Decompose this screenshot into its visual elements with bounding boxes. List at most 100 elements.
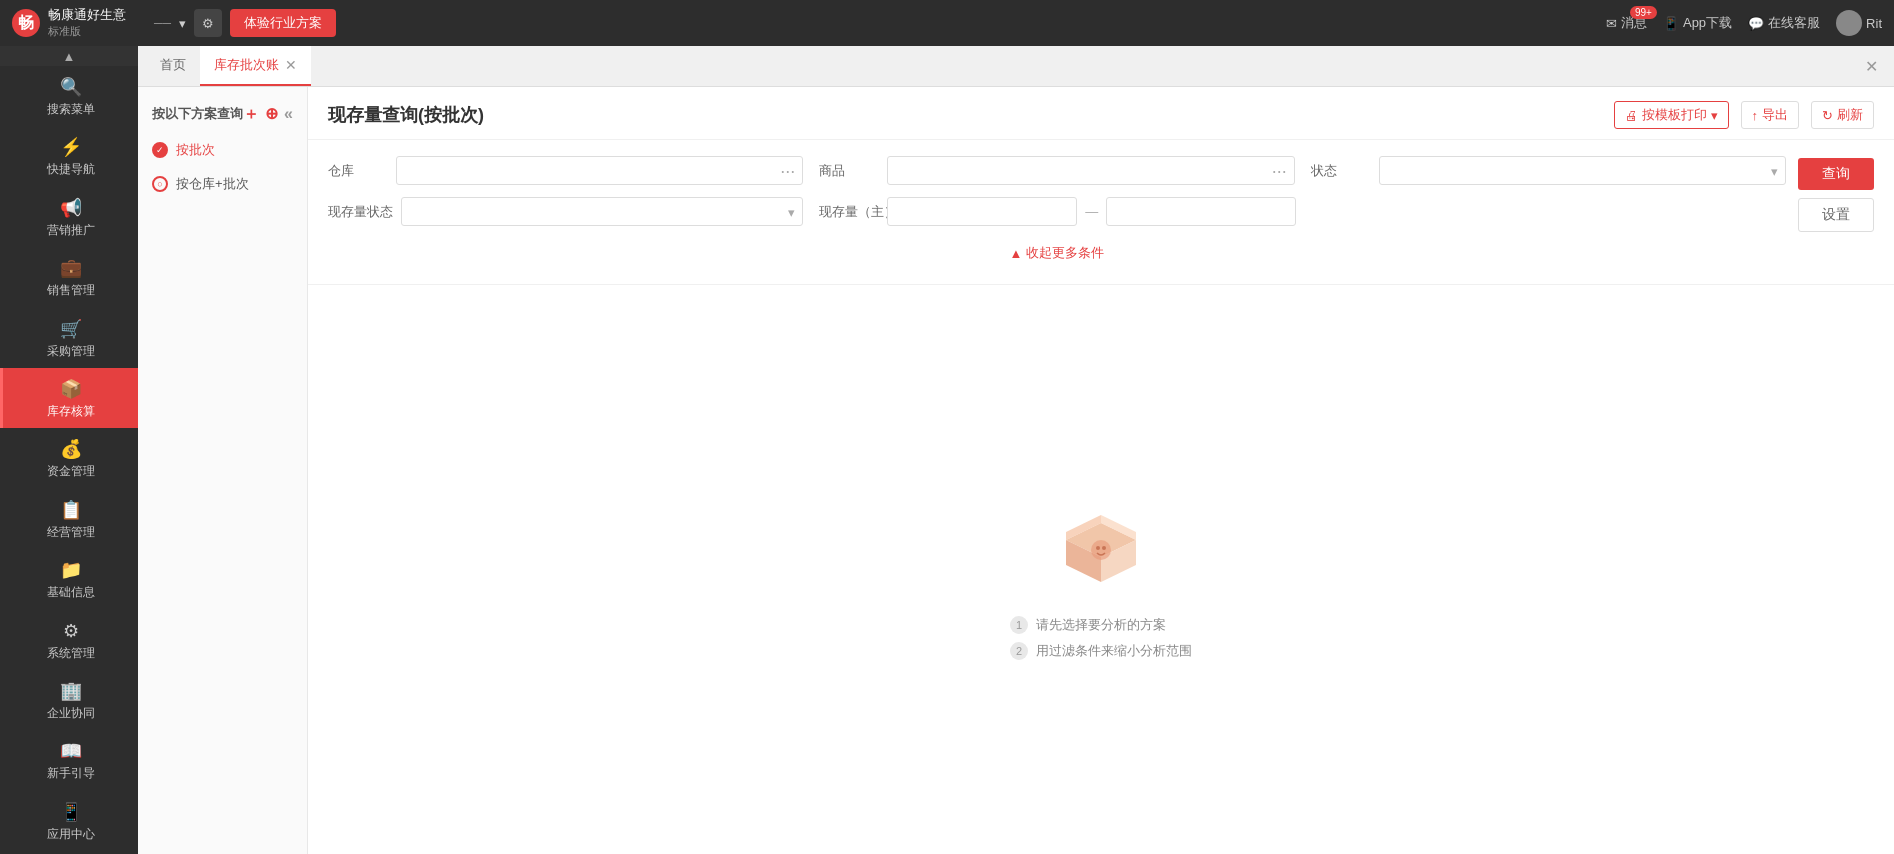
refresh-button[interactable]: ↻ 刷新 <box>1811 101 1874 129</box>
stock-qty-from-input[interactable] <box>887 197 1077 226</box>
stock-status-label: 现存量状态 <box>328 203 393 221</box>
settings-button[interactable]: 设置 <box>1798 198 1874 232</box>
filter-item-warehouse-batch[interactable]: ○ 按仓库+批次 <box>138 167 307 201</box>
tip-num-1: 1 <box>1010 616 1028 634</box>
filter-collapse-button[interactable]: « <box>284 106 293 122</box>
enterprise-icon: 🏢 <box>60 680 82 702</box>
content-area: 首页 库存批次账 ✕ ✕ 按以下方案查询 ＋ ⊕ « <box>138 46 1894 854</box>
sidebar-item-newuser[interactable]: 📖 新手引导 <box>0 730 138 790</box>
filter-settings-button[interactable]: ⊕ <box>265 106 278 122</box>
newuser-icon: 📖 <box>60 740 82 762</box>
dropdown-icon[interactable]: ▾ <box>179 16 186 31</box>
empty-tip-2: 2 用过滤条件来缩小分析范围 <box>1010 642 1192 660</box>
status-select[interactable] <box>1379 156 1786 185</box>
search-icon: 🔍 <box>60 76 82 98</box>
sidebar-item-marketing[interactable]: 📢 营销推广 <box>0 187 138 247</box>
sidebar-item-system[interactable]: ⚙ 系统管理 <box>0 610 138 670</box>
message-badge: 99+ <box>1630 6 1657 19</box>
empty-tip-1: 1 请先选择要分析的方案 <box>1010 616 1192 634</box>
warehouse-label: 仓库 <box>328 162 388 180</box>
online-support-button[interactable]: 💬 在线客服 <box>1748 14 1820 32</box>
status-field: 状态 ▾ <box>1311 156 1786 185</box>
breadcrumb: ── <box>154 16 171 30</box>
app-download-button[interactable]: 📱 App下载 <box>1663 14 1732 32</box>
sidebar-item-sales[interactable]: 💼 销售管理 <box>0 247 138 307</box>
tab-inventory-batch[interactable]: 库存批次账 ✕ <box>200 46 311 86</box>
basic-icon: 📁 <box>60 559 82 581</box>
top-header: 畅 畅康通好生意 标准版 ── ▾ ⚙ 体验行业方案 ✉ 消息 99+ 📱 Ap… <box>0 0 1894 46</box>
filter-row-2: 现存量状态 ▾ 现存量（主） <box>328 197 1786 226</box>
collapse-icon: ▲ <box>1010 246 1023 261</box>
experience-button[interactable]: 体验行业方案 <box>230 9 336 37</box>
tabs-bar: 首页 库存批次账 ✕ ✕ <box>138 46 1894 87</box>
stock-qty-to-input[interactable] <box>1106 197 1296 226</box>
filter-panel-actions: ＋ ⊕ « <box>243 106 293 122</box>
goods-dots-icon[interactable]: ··· <box>1272 162 1287 180</box>
stock-status-field: 现存量状态 ▾ <box>328 197 803 226</box>
avatar <box>1836 10 1862 36</box>
filter-form: 仓库 ··· 商品 <box>308 140 1894 285</box>
stock-qty-field: 现存量（主） — <box>819 197 1294 226</box>
empty-illustration <box>1046 485 1156 595</box>
header-settings-button[interactable]: ⚙ <box>194 9 222 37</box>
shortcut-icon: ⚡ <box>60 136 82 158</box>
main-panel: 现存量查询(按批次) 🖨 按模板打印 ▾ ↑ 导出 ↻ <box>308 87 1894 854</box>
filter-item-batch[interactable]: ✓ 按批次 <box>138 133 307 167</box>
collapse-bar[interactable]: ▲ 收起更多条件 <box>328 238 1786 268</box>
filter-add-button[interactable]: ＋ <box>243 106 259 122</box>
empty-state: 1 请先选择要分析的方案 2 用过滤条件来缩小分析范围 <box>308 285 1894 854</box>
print-icon: 🖨 <box>1625 108 1638 123</box>
page-header-actions: 🖨 按模板打印 ▾ ↑ 导出 ↻ 刷新 <box>1614 101 1875 129</box>
finance-icon: 💰 <box>60 438 82 460</box>
sidebar: ▲ 🔍 搜索菜单 ⚡ 快捷导航 📢 营销推广 💼 销售管理 🛒 采购管理 📦 库… <box>0 46 138 854</box>
stock-status-select-wrap: ▾ <box>401 197 803 226</box>
tab-close-button[interactable]: ✕ <box>1857 57 1886 76</box>
empty-tips: 1 请先选择要分析的方案 2 用过滤条件来缩小分析范围 <box>1010 616 1192 660</box>
status-label: 状态 <box>1311 162 1371 180</box>
sidebar-item-finance[interactable]: 💰 资金管理 <box>0 428 138 488</box>
warehouse-input-wrap: ··· <box>396 156 803 185</box>
sidebar-item-purchase[interactable]: 🛒 采购管理 <box>0 308 138 368</box>
tab-home[interactable]: 首页 <box>146 46 200 86</box>
goods-field: 商品 ··· <box>819 156 1294 185</box>
range-dash: — <box>1085 204 1098 219</box>
refresh-icon: ↻ <box>1822 108 1833 123</box>
filter-form-inner: 仓库 ··· 商品 <box>328 156 1874 268</box>
user-avatar-button[interactable]: Rit <box>1836 10 1882 36</box>
filter-item-icon-batch: ✓ <box>152 142 168 158</box>
sidebar-item-inventory[interactable]: 📦 库存核算 <box>0 368 138 428</box>
template-print-button[interactable]: 🖨 按模板打印 ▾ <box>1614 101 1729 129</box>
warehouse-input[interactable] <box>396 156 803 185</box>
filter-row-1: 仓库 ··· 商品 <box>328 156 1786 185</box>
filter-panel-header: 按以下方案查询 ＋ ⊕ « <box>138 99 307 133</box>
messages-button[interactable]: ✉ 消息 99+ <box>1606 14 1647 32</box>
sidebar-scroll-up[interactable]: ▲ <box>0 46 138 66</box>
filter-fields: 仓库 ··· 商品 <box>328 156 1786 268</box>
sidebar-item-enterprise[interactable]: 🏢 企业协同 <box>0 670 138 730</box>
stock-status-select[interactable] <box>401 197 803 226</box>
goods-input[interactable] <box>887 156 1294 185</box>
header-left: 畅 畅康通好生意 标准版 ── ▾ ⚙ 体验行业方案 <box>12 7 336 38</box>
export-icon: ↑ <box>1752 108 1759 123</box>
sidebar-item-appcenter[interactable]: 📱 应用中心 <box>0 791 138 851</box>
export-button[interactable]: ↑ 导出 <box>1741 101 1800 129</box>
warehouse-dots-icon[interactable]: ··· <box>780 162 795 180</box>
svg-point-7 <box>1102 546 1106 550</box>
goods-input-wrap: ··· <box>887 156 1294 185</box>
filter-item-icon-warehouse-batch: ○ <box>152 176 168 192</box>
sidebar-item-operations[interactable]: 📋 经营管理 <box>0 489 138 549</box>
purchase-icon: 🛒 <box>60 318 82 340</box>
sidebar-item-shortcut[interactable]: ⚡ 快捷导航 <box>0 126 138 186</box>
header-right: ✉ 消息 99+ 📱 App下载 💬 在线客服 Rit <box>1606 10 1882 36</box>
query-button[interactable]: 查询 <box>1798 158 1874 190</box>
operations-icon: 📋 <box>60 499 82 521</box>
warehouse-field: 仓库 ··· <box>328 156 803 185</box>
appcenter-icon: 📱 <box>60 801 82 823</box>
svg-point-6 <box>1096 546 1100 550</box>
app-logo: 畅 <box>12 9 40 37</box>
sidebar-item-search[interactable]: 🔍 搜索菜单 <box>0 66 138 126</box>
filter-buttons-col: 查询 设置 <box>1798 156 1874 232</box>
sidebar-item-basic[interactable]: 📁 基础信息 <box>0 549 138 609</box>
tab-close-icon[interactable]: ✕ <box>285 57 297 73</box>
goods-label: 商品 <box>819 162 879 180</box>
